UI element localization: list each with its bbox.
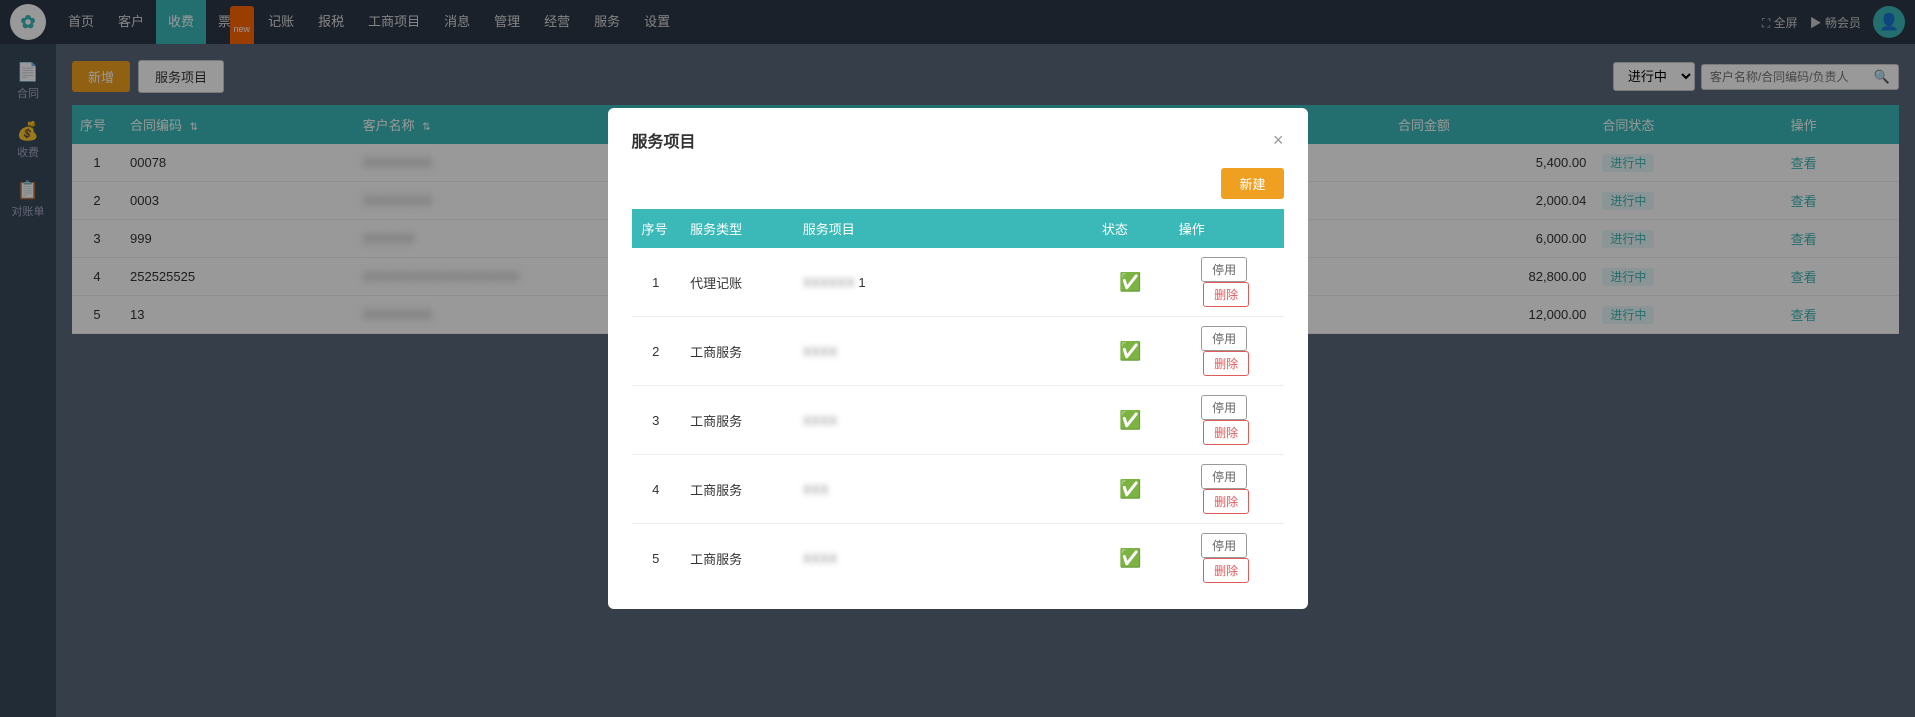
modal-cell-type: 代理记账 — [680, 248, 793, 317]
modal-cell-action: 停用 删除 — [1169, 386, 1284, 455]
modal-cell-type: 工商服务 — [680, 386, 793, 455]
modal-cell-no: 3 — [632, 386, 681, 455]
service-items-modal: 服务项目 × 新建 序号 服务类型 服务项目 状态 操作 1 代理记账 XXXX — [608, 108, 1308, 609]
modal-table-row: 3 工商服务 XXXX ✅ 停用 删除 — [632, 386, 1284, 455]
modal-cell-type: 工商服务 — [680, 455, 793, 524]
delete-button[interactable]: 删除 — [1203, 282, 1249, 307]
modal-cell-status: ✅ — [1092, 524, 1169, 590]
modal-th-type: 服务类型 — [680, 209, 793, 248]
status-check-icon: ✅ — [1119, 272, 1141, 292]
modal-cell-action: 停用 删除 — [1169, 317, 1284, 386]
modal-cell-status: ✅ — [1092, 455, 1169, 524]
modal-th-item: 服务项目 — [793, 209, 1092, 248]
delete-button[interactable]: 删除 — [1203, 558, 1249, 583]
modal-cell-type: 工商服务 — [680, 524, 793, 590]
modal-cell-item: XXX — [793, 455, 1092, 524]
stop-button[interactable]: 停用 — [1201, 257, 1247, 282]
modal-table-row: 2 工商服务 XXXX ✅ 停用 删除 — [632, 317, 1284, 386]
stop-button[interactable]: 停用 — [1201, 464, 1247, 489]
delete-button[interactable]: 删除 — [1203, 489, 1249, 514]
modal-th-action: 操作 — [1169, 209, 1284, 248]
modal-cell-no: 1 — [632, 248, 681, 317]
modal-header: 服务项目 × — [632, 128, 1284, 152]
status-check-icon: ✅ — [1119, 479, 1141, 499]
modal-cell-status: ✅ — [1092, 386, 1169, 455]
modal-table-row: 5 工商服务 XXXX ✅ 停用 删除 — [632, 524, 1284, 590]
modal-cell-no: 5 — [632, 524, 681, 590]
modal-cell-item: XXXXXX 1 — [793, 248, 1092, 317]
modal-cell-action: 停用 删除 — [1169, 455, 1284, 524]
modal-table-row: 1 代理记账 XXXXXX 1 ✅ 停用 删除 — [632, 248, 1284, 317]
modal-cell-item: XXXX — [793, 386, 1092, 455]
status-check-icon: ✅ — [1119, 410, 1141, 430]
modal-title: 服务项目 — [632, 128, 696, 152]
modal-cell-item: XXXX — [793, 524, 1092, 590]
modal-cell-no: 2 — [632, 317, 681, 386]
modal-th-status: 状态 — [1092, 209, 1169, 248]
modal-toolbar: 新建 — [632, 168, 1284, 199]
modal-overlay[interactable]: 服务项目 × 新建 序号 服务类型 服务项目 状态 操作 1 代理记账 XXXX — [0, 0, 1915, 717]
modal-table-wrap: 序号 服务类型 服务项目 状态 操作 1 代理记账 XXXXXX 1 ✅ 停用 … — [632, 209, 1284, 589]
delete-button[interactable]: 删除 — [1203, 351, 1249, 376]
stop-button[interactable]: 停用 — [1201, 326, 1247, 351]
modal-cell-status: ✅ — [1092, 317, 1169, 386]
delete-button[interactable]: 删除 — [1203, 420, 1249, 445]
modal-cell-action: 停用 删除 — [1169, 248, 1284, 317]
service-items-table: 序号 服务类型 服务项目 状态 操作 1 代理记账 XXXXXX 1 ✅ 停用 … — [632, 209, 1284, 589]
modal-cell-action: 停用 删除 — [1169, 524, 1284, 590]
status-check-icon: ✅ — [1119, 341, 1141, 361]
modal-close-button[interactable]: × — [1273, 131, 1284, 149]
modal-table-row: 4 工商服务 XXX ✅ 停用 删除 — [632, 455, 1284, 524]
stop-button[interactable]: 停用 — [1201, 533, 1247, 558]
status-check-icon: ✅ — [1119, 548, 1141, 568]
stop-button[interactable]: 停用 — [1201, 395, 1247, 420]
modal-th-no: 序号 — [632, 209, 681, 248]
modal-cell-item: XXXX — [793, 317, 1092, 386]
modal-cell-no: 4 — [632, 455, 681, 524]
modal-cell-type: 工商服务 — [680, 317, 793, 386]
modal-cell-status: ✅ — [1092, 248, 1169, 317]
modal-new-button[interactable]: 新建 — [1221, 168, 1283, 199]
